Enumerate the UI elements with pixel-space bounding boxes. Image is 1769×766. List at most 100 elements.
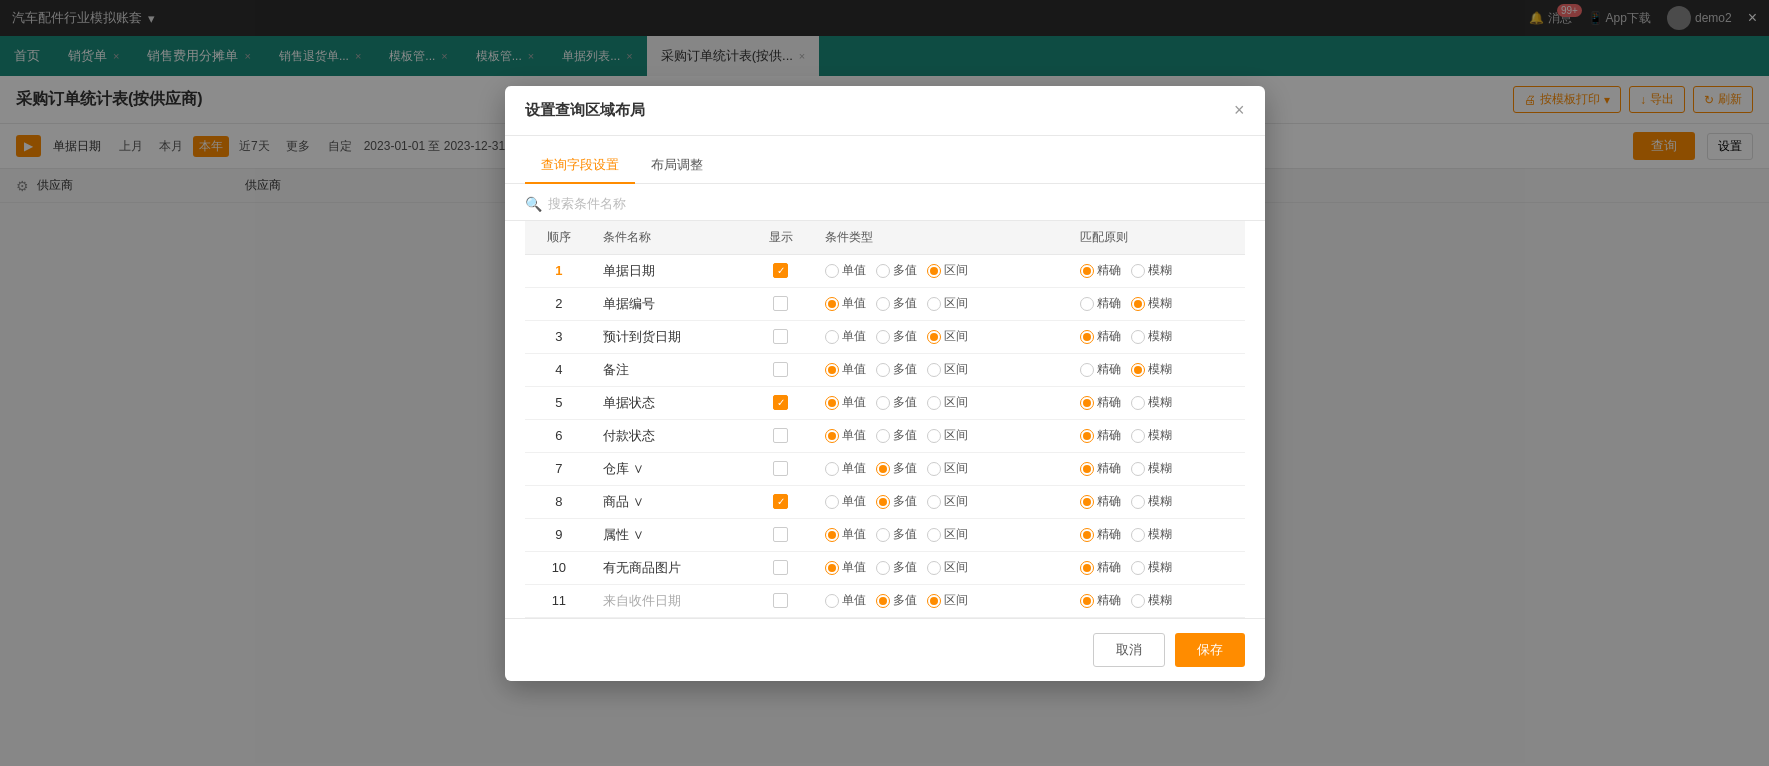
type-option-single[interactable]: 单值 bbox=[825, 394, 866, 411]
display-checkbox[interactable] bbox=[773, 494, 788, 509]
match-option-fuzzy[interactable]: 模糊 bbox=[1131, 361, 1172, 378]
match-option-exact[interactable]: 精确 bbox=[1080, 493, 1121, 510]
type-option-range[interactable]: 区间 bbox=[927, 526, 968, 543]
row-type[interactable]: 单值多值区间 bbox=[815, 551, 1070, 584]
row-type[interactable]: 单值多值区间 bbox=[815, 485, 1070, 518]
row-type[interactable]: 单值多值区间 bbox=[815, 584, 1070, 617]
type-option-multi[interactable]: 多值 bbox=[876, 361, 917, 378]
match-option-exact[interactable]: 精确 bbox=[1080, 361, 1121, 378]
row-display[interactable] bbox=[746, 353, 815, 386]
type-option-range[interactable]: 区间 bbox=[927, 493, 968, 510]
type-option-multi[interactable]: 多值 bbox=[876, 394, 917, 411]
match-option-fuzzy[interactable]: 模糊 bbox=[1131, 592, 1172, 609]
row-type[interactable]: 单值多值区间 bbox=[815, 353, 1070, 386]
match-option-fuzzy[interactable]: 模糊 bbox=[1131, 262, 1172, 279]
match-option-fuzzy[interactable]: 模糊 bbox=[1131, 394, 1172, 411]
match-option-exact[interactable]: 精确 bbox=[1080, 262, 1121, 279]
type-option-multi[interactable]: 多值 bbox=[876, 592, 917, 609]
match-option-exact[interactable]: 精确 bbox=[1080, 460, 1121, 477]
match-option-fuzzy[interactable]: 模糊 bbox=[1131, 328, 1172, 345]
type-option-single[interactable]: 单值 bbox=[825, 262, 866, 279]
display-checkbox[interactable] bbox=[773, 329, 788, 344]
row-match[interactable]: 精确模糊 bbox=[1070, 485, 1245, 518]
row-match[interactable]: 精确模糊 bbox=[1070, 551, 1245, 584]
type-option-single[interactable]: 单值 bbox=[825, 526, 866, 543]
type-option-range[interactable]: 区间 bbox=[927, 460, 968, 477]
type-option-multi[interactable]: 多值 bbox=[876, 559, 917, 576]
row-display[interactable] bbox=[746, 584, 815, 617]
type-option-multi[interactable]: 多值 bbox=[876, 460, 917, 477]
type-option-range[interactable]: 区间 bbox=[927, 328, 968, 345]
search-input[interactable] bbox=[548, 196, 1245, 211]
row-display[interactable] bbox=[746, 452, 815, 485]
row-match[interactable]: 精确模糊 bbox=[1070, 353, 1245, 386]
cancel-button[interactable]: 取消 bbox=[1093, 633, 1165, 667]
type-option-range[interactable]: 区间 bbox=[927, 559, 968, 576]
match-option-exact[interactable]: 精确 bbox=[1080, 592, 1121, 609]
match-option-exact[interactable]: 精确 bbox=[1080, 526, 1121, 543]
row-type[interactable]: 单值多值区间 bbox=[815, 419, 1070, 452]
match-option-fuzzy[interactable]: 模糊 bbox=[1131, 559, 1172, 576]
save-button[interactable]: 保存 bbox=[1175, 633, 1245, 667]
row-display[interactable] bbox=[746, 419, 815, 452]
row-type[interactable]: 单值多值区间 bbox=[815, 287, 1070, 320]
dialog-close-button[interactable]: × bbox=[1234, 100, 1245, 121]
match-option-fuzzy[interactable]: 模糊 bbox=[1131, 295, 1172, 312]
row-type[interactable]: 单值多值区间 bbox=[815, 452, 1070, 485]
row-type[interactable]: 单值多值区间 bbox=[815, 518, 1070, 551]
display-checkbox[interactable] bbox=[773, 395, 788, 410]
row-display[interactable] bbox=[746, 287, 815, 320]
match-option-fuzzy[interactable]: 模糊 bbox=[1131, 493, 1172, 510]
row-match[interactable]: 精确模糊 bbox=[1070, 386, 1245, 419]
type-option-range[interactable]: 区间 bbox=[927, 394, 968, 411]
type-option-range[interactable]: 区间 bbox=[927, 427, 968, 444]
row-display[interactable] bbox=[746, 518, 815, 551]
type-option-range[interactable]: 区间 bbox=[927, 592, 968, 609]
row-match[interactable]: 精确模糊 bbox=[1070, 584, 1245, 617]
type-option-multi[interactable]: 多值 bbox=[876, 328, 917, 345]
type-option-multi[interactable]: 多值 bbox=[876, 295, 917, 312]
type-option-single[interactable]: 单值 bbox=[825, 559, 866, 576]
match-option-exact[interactable]: 精确 bbox=[1080, 427, 1121, 444]
row-type[interactable]: 单值多值区间 bbox=[815, 320, 1070, 353]
type-option-range[interactable]: 区间 bbox=[927, 262, 968, 279]
type-option-single[interactable]: 单值 bbox=[825, 427, 866, 444]
type-option-multi[interactable]: 多值 bbox=[876, 427, 917, 444]
type-option-single[interactable]: 单值 bbox=[825, 361, 866, 378]
display-checkbox[interactable] bbox=[773, 296, 788, 311]
display-checkbox[interactable] bbox=[773, 461, 788, 476]
type-option-multi[interactable]: 多值 bbox=[876, 493, 917, 510]
match-option-exact[interactable]: 精确 bbox=[1080, 394, 1121, 411]
row-type[interactable]: 单值多值区间 bbox=[815, 386, 1070, 419]
match-option-fuzzy[interactable]: 模糊 bbox=[1131, 460, 1172, 477]
row-display[interactable] bbox=[746, 386, 815, 419]
display-checkbox[interactable] bbox=[773, 527, 788, 542]
type-option-single[interactable]: 单值 bbox=[825, 460, 866, 477]
tab-query-fields[interactable]: 查询字段设置 bbox=[525, 148, 635, 184]
row-match[interactable]: 精确模糊 bbox=[1070, 518, 1245, 551]
display-checkbox[interactable] bbox=[773, 593, 788, 608]
type-option-multi[interactable]: 多值 bbox=[876, 262, 917, 279]
row-match[interactable]: 精确模糊 bbox=[1070, 452, 1245, 485]
display-checkbox[interactable] bbox=[773, 428, 788, 443]
type-option-single[interactable]: 单值 bbox=[825, 328, 866, 345]
row-display[interactable] bbox=[746, 551, 815, 584]
row-type[interactable]: 单值多值区间 bbox=[815, 254, 1070, 287]
row-display[interactable] bbox=[746, 320, 815, 353]
match-option-exact[interactable]: 精确 bbox=[1080, 295, 1121, 312]
row-display[interactable] bbox=[746, 485, 815, 518]
type-option-single[interactable]: 单值 bbox=[825, 493, 866, 510]
match-option-fuzzy[interactable]: 模糊 bbox=[1131, 427, 1172, 444]
match-option-exact[interactable]: 精确 bbox=[1080, 559, 1121, 576]
type-option-single[interactable]: 单值 bbox=[825, 295, 866, 312]
match-option-exact[interactable]: 精确 bbox=[1080, 328, 1121, 345]
type-option-multi[interactable]: 多值 bbox=[876, 526, 917, 543]
type-option-range[interactable]: 区间 bbox=[927, 295, 968, 312]
row-match[interactable]: 精确模糊 bbox=[1070, 254, 1245, 287]
row-match[interactable]: 精确模糊 bbox=[1070, 320, 1245, 353]
display-checkbox[interactable] bbox=[773, 560, 788, 575]
type-option-range[interactable]: 区间 bbox=[927, 361, 968, 378]
row-display[interactable] bbox=[746, 254, 815, 287]
row-match[interactable]: 精确模糊 bbox=[1070, 419, 1245, 452]
match-option-fuzzy[interactable]: 模糊 bbox=[1131, 526, 1172, 543]
